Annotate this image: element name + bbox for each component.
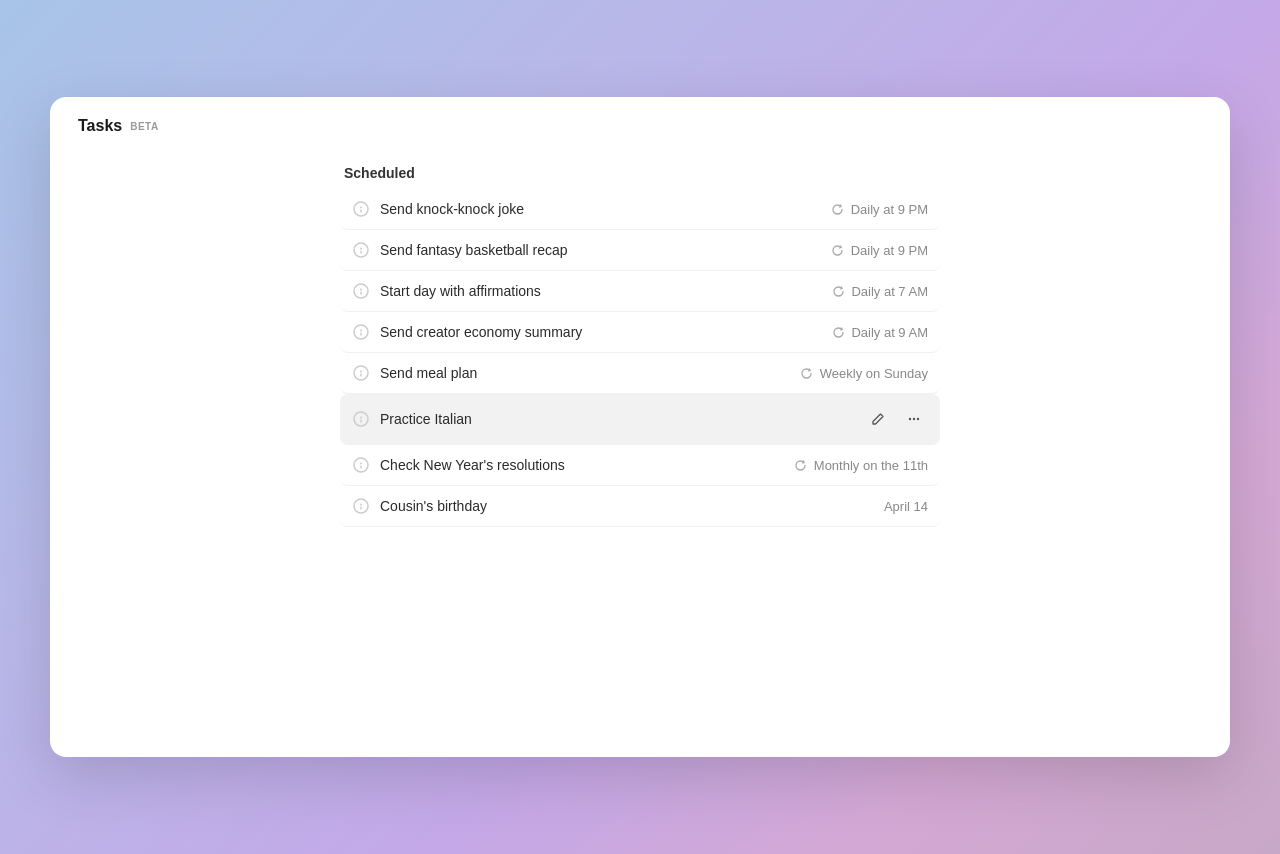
task-name: Start day with affirmations [380,283,541,299]
task-left: Send fantasy basketball recap [352,241,568,259]
svg-point-20 [917,418,919,420]
svg-point-3 [354,243,368,257]
task-right: Daily at 9 AM [831,325,928,340]
task-status-icon [352,282,370,300]
task-left: Practice Italian [352,410,472,428]
task-right: Daily at 9 PM [831,202,928,217]
task-item[interactable]: Check New Year's resolutions Monthly on … [340,445,940,486]
svg-rect-2 [360,210,362,213]
task-schedule: Daily at 9 PM [851,243,928,258]
task-schedule: Daily at 9 AM [851,325,928,340]
svg-point-7 [360,289,362,291]
svg-point-18 [909,418,911,420]
app-title: Tasks [78,117,122,135]
recur-icon [794,458,808,472]
task-right: Weekly on Sunday [800,366,928,381]
svg-point-13 [360,371,362,373]
task-name: Check New Year's resolutions [380,457,565,473]
svg-rect-17 [360,420,362,423]
svg-point-22 [360,463,362,465]
task-item[interactable]: Send knock-knock joke Daily at 9 PM [340,189,940,230]
task-schedule: Daily at 9 PM [851,202,928,217]
app-window: Tasks BETA Scheduled Send knock-knock jo… [50,97,1230,757]
task-status-icon [352,364,370,382]
svg-point-6 [354,284,368,298]
edit-button[interactable] [864,405,892,433]
task-right: Daily at 7 AM [831,284,928,299]
svg-rect-14 [360,374,362,377]
svg-point-25 [360,504,362,506]
svg-point-19 [913,418,915,420]
task-name: Practice Italian [380,411,472,427]
svg-rect-26 [360,507,362,510]
svg-point-12 [354,366,368,380]
task-item[interactable]: Send meal plan Weekly on Sunday [340,353,940,394]
task-status-icon [352,497,370,515]
svg-point-24 [354,499,368,513]
task-left: Check New Year's resolutions [352,456,565,474]
task-schedule: Daily at 7 AM [851,284,928,299]
task-status-icon [352,241,370,259]
task-right: Daily at 9 PM [831,243,928,258]
task-schedule: Monthly on the 11th [814,458,928,473]
svg-rect-23 [360,466,362,469]
svg-point-15 [354,412,368,426]
task-right: April 14 [884,499,928,514]
recur-icon [831,284,845,298]
task-name: Cousin's birthday [380,498,487,514]
task-item[interactable]: Send fantasy basketball recap Daily at 9… [340,230,940,271]
recur-icon [831,325,845,339]
task-left: Start day with affirmations [352,282,541,300]
svg-point-16 [360,417,362,419]
task-name: Send knock-knock joke [380,201,524,217]
svg-point-1 [360,207,362,209]
task-name: Send creator economy summary [380,324,582,340]
content-area: Scheduled Send knock-knock joke Daily at… [340,145,940,547]
task-item[interactable]: Send creator economy summary Daily at 9 … [340,312,940,353]
task-date: April 14 [884,499,928,514]
task-left: Send knock-knock joke [352,200,524,218]
section-title: Scheduled [340,165,940,181]
beta-badge: BETA [130,121,158,132]
task-right [864,405,928,433]
task-status-icon [352,456,370,474]
recur-icon [800,366,814,380]
svg-point-0 [354,202,368,216]
more-button[interactable] [900,405,928,433]
recur-icon [831,202,845,216]
task-list: Send knock-knock joke Daily at 9 PM Send… [340,189,940,527]
svg-point-21 [354,458,368,472]
svg-rect-8 [360,292,362,295]
svg-point-10 [360,330,362,332]
task-left: Cousin's birthday [352,497,487,515]
svg-point-4 [360,248,362,250]
svg-point-9 [354,325,368,339]
task-name: Send meal plan [380,365,477,381]
task-schedule: Weekly on Sunday [820,366,928,381]
task-left: Send creator economy summary [352,323,582,341]
task-left: Send meal plan [352,364,477,382]
task-right: Monthly on the 11th [794,458,928,473]
window-header: Tasks BETA [50,97,1230,145]
task-status-icon [352,410,370,428]
task-status-icon [352,323,370,341]
task-item[interactable]: Cousin's birthday April 14 [340,486,940,527]
task-item[interactable]: Start day with affirmations Daily at 7 A… [340,271,940,312]
task-item[interactable]: Practice Italian [340,394,940,445]
task-actions [864,405,928,433]
svg-rect-5 [360,251,362,254]
recur-icon [831,243,845,257]
task-status-icon [352,200,370,218]
task-name: Send fantasy basketball recap [380,242,568,258]
svg-rect-11 [360,333,362,336]
